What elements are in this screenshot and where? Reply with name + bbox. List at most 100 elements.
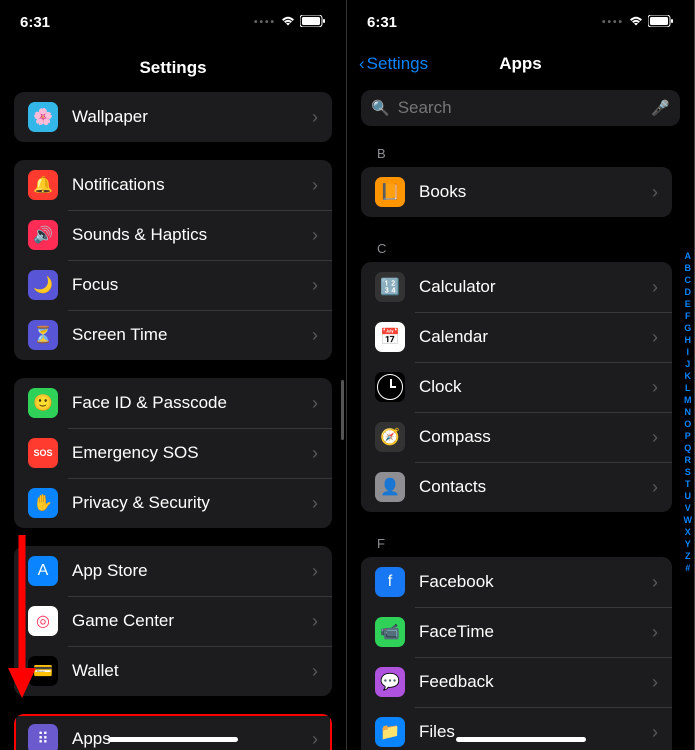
row-label: Calculator: [419, 277, 652, 297]
chevron-right-icon: ›: [312, 443, 318, 464]
settings-content[interactable]: 🌸 Wallpaper › 🔔 Notifications › 🔊 Sounds…: [0, 92, 346, 750]
wallpaper-icon: 🌸: [28, 102, 58, 132]
mic-icon[interactable]: 🎤: [651, 99, 670, 117]
cellular-dots-icon: ••••: [602, 17, 624, 28]
row-label: Calendar: [419, 327, 652, 347]
row-emergency-sos[interactable]: SOS Emergency SOS ›: [14, 428, 332, 478]
row-facetime[interactable]: 📹 FaceTime ›: [361, 607, 672, 657]
index-g[interactable]: G: [684, 322, 693, 334]
index-e[interactable]: E: [684, 298, 693, 310]
chevron-right-icon: ›: [312, 107, 318, 128]
index-h[interactable]: H: [684, 334, 693, 346]
row-app-store[interactable]: A App Store ›: [14, 546, 332, 596]
index-a[interactable]: A: [684, 250, 693, 262]
home-indicator[interactable]: [108, 737, 238, 742]
status-bar: 6:31 ••••: [0, 0, 346, 44]
scrollbar[interactable]: [341, 380, 344, 440]
row-notifications[interactable]: 🔔 Notifications ›: [14, 160, 332, 210]
chevron-right-icon: ›: [312, 661, 318, 682]
apps-icon: ⠿: [28, 724, 58, 750]
settings-group: 🙂 Face ID & Passcode › SOS Emergency SOS…: [14, 378, 332, 528]
settings-group: ⠿ Apps ›: [14, 714, 332, 750]
settings-screen: 6:31 •••• Settings 🌸 Wallpaper › 🔔 Notif…: [0, 0, 347, 750]
row-wallet[interactable]: 💳 Wallet ›: [14, 646, 332, 696]
index-z[interactable]: Z: [684, 550, 693, 562]
chevron-right-icon: ›: [312, 325, 318, 346]
row-focus[interactable]: 🌙 Focus ›: [14, 260, 332, 310]
row-sounds-haptics[interactable]: 🔊 Sounds & Haptics ›: [14, 210, 332, 260]
index-p[interactable]: P: [684, 430, 693, 442]
row-apps[interactable]: ⠿ Apps ›: [14, 714, 332, 750]
back-button[interactable]: ‹ Settings: [359, 54, 428, 74]
chevron-right-icon: ›: [312, 393, 318, 414]
index-#[interactable]: #: [684, 562, 693, 574]
row-compass[interactable]: 🧭 Compass ›: [361, 412, 672, 462]
index-n[interactable]: N: [684, 406, 693, 418]
index-w[interactable]: W: [684, 514, 693, 526]
chevron-right-icon: ›: [312, 611, 318, 632]
wifi-icon: [280, 14, 296, 31]
index-y[interactable]: Y: [684, 538, 693, 550]
index-o[interactable]: O: [684, 418, 693, 430]
index-b[interactable]: B: [684, 262, 693, 274]
row-calendar[interactable]: 📅 Calendar ›: [361, 312, 672, 362]
status-bar: 6:31 ••••: [347, 0, 694, 44]
row-privacy-security[interactable]: ✋ Privacy & Security ›: [14, 478, 332, 528]
chevron-left-icon: ‹: [359, 54, 365, 74]
row-feedback[interactable]: 💬 Feedback ›: [361, 657, 672, 707]
row-books[interactable]: 📙 Books ›: [361, 167, 672, 217]
battery-icon: [300, 14, 326, 31]
index-s[interactable]: S: [684, 466, 693, 478]
search-bar[interactable]: 🔍 🎤: [361, 90, 680, 126]
chevron-right-icon: ›: [652, 327, 658, 348]
index-i[interactable]: I: [684, 346, 693, 358]
index-d[interactable]: D: [684, 286, 693, 298]
row-clock[interactable]: Clock ›: [361, 362, 672, 412]
row-label: Emergency SOS: [72, 443, 312, 463]
index-l[interactable]: L: [684, 382, 693, 394]
index-v[interactable]: V: [684, 502, 693, 514]
index-k[interactable]: K: [684, 370, 693, 382]
settings-group: A App Store › ◎ Game Center › 💳 Wallet ›: [14, 546, 332, 696]
status-time: 6:31: [20, 14, 50, 31]
contacts-icon: 👤: [375, 472, 405, 502]
apps-content[interactable]: B 📙 Books › C 🔢 Calculator › 📅 Calendar …: [347, 140, 694, 750]
alphabet-index[interactable]: ABCDEFGHIJKLMNOPQRSTUVWXYZ#: [684, 250, 693, 574]
index-m[interactable]: M: [684, 394, 693, 406]
row-label: Compass: [419, 427, 652, 447]
chevron-right-icon: ›: [652, 622, 658, 643]
game-center-icon: ◎: [28, 606, 58, 636]
row-calculator[interactable]: 🔢 Calculator ›: [361, 262, 672, 312]
row-face-id-passcode[interactable]: 🙂 Face ID & Passcode ›: [14, 378, 332, 428]
row-contacts[interactable]: 👤 Contacts ›: [361, 462, 672, 512]
row-game-center[interactable]: ◎ Game Center ›: [14, 596, 332, 646]
row-label: Books: [419, 182, 652, 202]
app-store-icon: A: [28, 556, 58, 586]
section-header-b: B: [361, 140, 672, 167]
row-label: Sounds & Haptics: [72, 225, 312, 245]
row-wallpaper[interactable]: 🌸 Wallpaper ›: [14, 92, 332, 142]
index-t[interactable]: T: [684, 478, 693, 490]
chevron-right-icon: ›: [652, 182, 658, 203]
screen-time-icon: ⏳: [28, 320, 58, 350]
apps-group-b: 📙 Books ›: [361, 167, 672, 217]
chevron-right-icon: ›: [652, 427, 658, 448]
search-input[interactable]: [398, 98, 644, 118]
home-indicator[interactable]: [456, 737, 586, 742]
index-x[interactable]: X: [684, 526, 693, 538]
index-u[interactable]: U: [684, 490, 693, 502]
row-facebook[interactable]: f Facebook ›: [361, 557, 672, 607]
section-header-c: C: [361, 235, 672, 262]
index-c[interactable]: C: [684, 274, 693, 286]
row-screen-time[interactable]: ⏳ Screen Time ›: [14, 310, 332, 360]
index-q[interactable]: Q: [684, 442, 693, 454]
row-files[interactable]: 📁 Files ›: [361, 707, 672, 750]
index-j[interactable]: J: [684, 358, 693, 370]
index-r[interactable]: R: [684, 454, 693, 466]
index-f[interactable]: F: [684, 310, 693, 322]
clock-app-icon: [375, 372, 405, 402]
status-icons: ••••: [254, 14, 326, 31]
files-icon: 📁: [375, 717, 405, 747]
focus-icon: 🌙: [28, 270, 58, 300]
row-label: Privacy & Security: [72, 493, 312, 513]
